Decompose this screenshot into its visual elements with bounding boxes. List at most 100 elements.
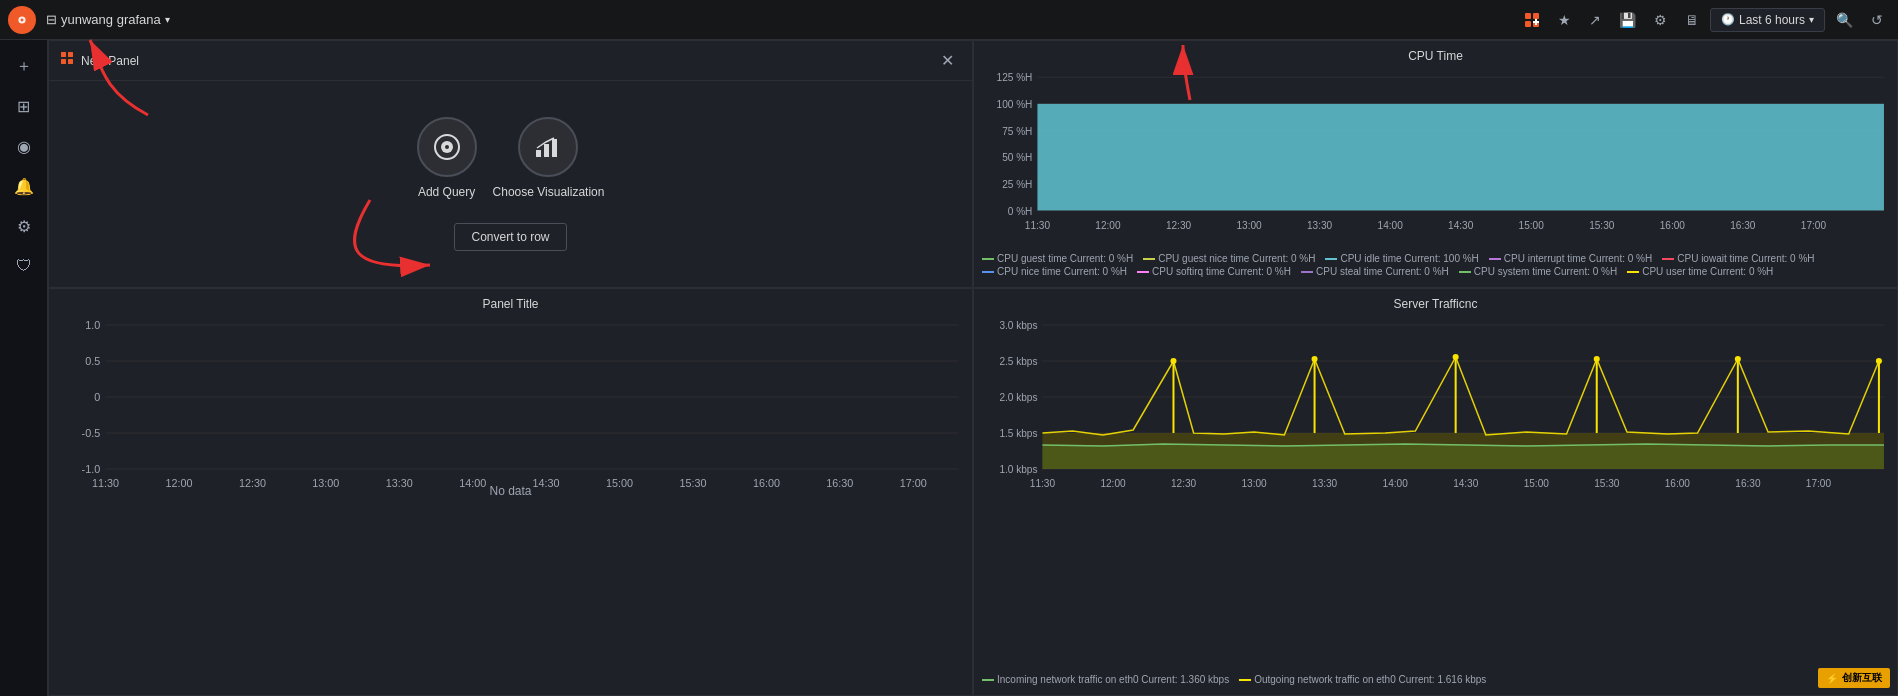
legend-guest-time: CPU guest time Current: 0 %H [982,253,1133,264]
settings-btn[interactable]: ⚙ [1647,8,1674,32]
svg-text:2.5 kbps: 2.5 kbps [999,356,1037,367]
convert-row-btn[interactable]: Convert to row [454,223,566,251]
svg-text:13:00: 13:00 [1236,220,1262,231]
svg-text:12:30: 12:30 [1171,478,1197,489]
new-panel-title-row: New Panel [61,52,139,69]
svg-text:11:30: 11:30 [1030,478,1056,489]
cpu-chart-svg: 125 %H 100 %H 75 %H 50 %H 25 %H 0 %H 11:… [982,67,1889,251]
sidebar-config-btn[interactable]: ⚙ [6,208,42,244]
svg-text:12:00: 12:00 [1100,478,1126,489]
tv-btn[interactable]: 🖥 [1678,8,1706,32]
svg-text:14:30: 14:30 [1448,220,1474,231]
cpu-panel-title: CPU Time [982,49,1889,63]
watermark-text: 创新互联 [1842,671,1882,685]
svg-text:13:30: 13:30 [1312,478,1338,489]
panel-action-buttons: Add Query Choose Vis [417,117,605,199]
svg-text:2.0 kbps: 2.0 kbps [999,392,1037,403]
sidebar: ＋ ⊞ ◉ 🔔 ⚙ 🛡 [0,40,48,696]
svg-text:11:30: 11:30 [1025,220,1051,231]
svg-rect-12 [68,59,73,64]
topbar-right: ★ ↗ 💾 ⚙ 🖥 🕐 Last 6 hours ▾ 🔍 ↺ [1517,8,1890,32]
refresh-btn[interactable]: ↺ [1864,8,1890,32]
svg-text:17:00: 17:00 [1801,220,1827,231]
add-query-btn[interactable]: Add Query [417,117,477,199]
watermark-icon: ⚡ [1826,673,1838,684]
share-btn[interactable]: ↗ [1582,8,1608,32]
watermark: ⚡ 创新互联 [1818,668,1890,688]
sidebar-add-btn[interactable]: ＋ [6,48,42,84]
close-panel-btn[interactable]: ✕ [935,49,960,72]
legend-iowait: CPU iowait time Current: 0 %H [1662,253,1814,264]
topbar: ⊟ yunwang grafana ▾ ★ ↗ 💾 ⚙ 🖥 🕐 Last 6 h… [0,0,1898,40]
choose-vis-icon-circle [518,117,578,177]
legend-interrupt: CPU interrupt time Current: 0 %H [1489,253,1652,264]
svg-rect-17 [544,144,549,157]
svg-rect-5 [1525,21,1531,27]
save-btn[interactable]: 💾 [1612,8,1643,32]
legend-idle: CPU idle time Current: 100 %H [1325,253,1478,264]
grafana-logo[interactable] [8,6,36,34]
sidebar-shield-btn[interactable]: 🛡 [6,248,42,284]
svg-point-15 [445,145,449,149]
legend-softirq: CPU softirq time Current: 0 %H [1137,266,1291,277]
svg-text:14:30: 14:30 [1453,478,1479,489]
add-panel-btn[interactable] [1517,8,1547,32]
svg-point-2 [21,18,24,21]
new-panel-header: New Panel ✕ [49,41,972,81]
panel-title-panel: Panel Title 1.0 0.5 0 -0.5 -1 [48,288,973,696]
dashboard-grid: New Panel ✕ [48,40,1898,696]
svg-text:16:00: 16:00 [1665,478,1691,489]
new-panel-body: Add Query Choose Vis [49,81,972,287]
dashboard-name[interactable]: ⊟ yunwang grafana ▾ [46,12,170,27]
svg-rect-4 [1533,13,1539,19]
star-btn[interactable]: ★ [1551,8,1578,32]
add-query-icon-circle [417,117,477,177]
svg-text:13:00: 13:00 [1242,478,1268,489]
svg-rect-9 [61,52,66,57]
server-traffic-legend: Incoming network traffic on eth0 Current… [982,672,1889,687]
legend-steal: CPU steal time Current: 0 %H [1301,266,1449,277]
sidebar-apps-btn[interactable]: ⊞ [6,88,42,124]
cpu-chart-area: 125 %H 100 %H 75 %H 50 %H 25 %H 0 %H 11:… [982,67,1889,251]
svg-marker-77 [1042,433,1883,469]
legend-user: CPU user time Current: 0 %H [1627,266,1773,277]
add-query-label: Add Query [418,185,475,199]
svg-text:15:30: 15:30 [1589,220,1615,231]
svg-text:15:00: 15:00 [1519,220,1545,231]
svg-text:50 %H: 50 %H [1002,152,1032,163]
svg-text:100 %H: 100 %H [997,99,1033,110]
svg-text:15:30: 15:30 [1594,478,1620,489]
svg-rect-10 [68,52,73,57]
server-traffic-chart: 3.0 kbps 2.5 kbps 2.0 kbps 1.5 kbps 1.0 … [982,315,1889,500]
legend-incoming: Incoming network traffic on eth0 Current… [982,674,1229,685]
panel-title-label: Panel Title [57,297,964,311]
svg-text:15:00: 15:00 [1524,478,1550,489]
svg-text:14:00: 14:00 [1383,478,1409,489]
svg-text:13:30: 13:30 [1307,220,1333,231]
svg-text:0 %H: 0 %H [1008,205,1033,216]
sidebar-explore-btn[interactable]: ◉ [6,128,42,164]
svg-text:14:00: 14:00 [1378,220,1404,231]
choose-vis-btn[interactable]: Choose Visualization [493,117,605,199]
legend-system: CPU system time Current: 0 %H [1459,266,1617,277]
svg-text:17:00: 17:00 [1806,478,1832,489]
zoom-btn[interactable]: 🔍 [1829,8,1860,32]
choose-vis-label: Choose Visualization [493,185,605,199]
new-panel: New Panel ✕ [48,40,973,288]
time-range-btn[interactable]: 🕐 Last 6 hours ▾ [1710,8,1825,32]
svg-rect-18 [552,139,557,157]
svg-text:75 %H: 75 %H [1002,126,1032,137]
svg-text:12:30: 12:30 [1166,220,1192,231]
svg-text:1.0 kbps: 1.0 kbps [999,464,1037,475]
server-traffic-title: Server Trafficnc [982,297,1889,311]
svg-text:125 %H: 125 %H [997,72,1033,83]
legend-guest-nice: CPU guest nice time Current: 0 %H [1143,253,1315,264]
legend-nice: CPU nice time Current: 0 %H [982,266,1127,277]
sidebar-alert-btn[interactable]: 🔔 [6,168,42,204]
svg-text:16:30: 16:30 [1730,220,1756,231]
svg-text:25 %H: 25 %H [1002,179,1032,190]
svg-text:12:00: 12:00 [1095,220,1121,231]
new-panel-title: New Panel [81,54,139,68]
cpu-time-panel: CPU Time 125 %H 100 %H 75 %H [973,40,1898,288]
no-data-label: No data [57,315,964,667]
